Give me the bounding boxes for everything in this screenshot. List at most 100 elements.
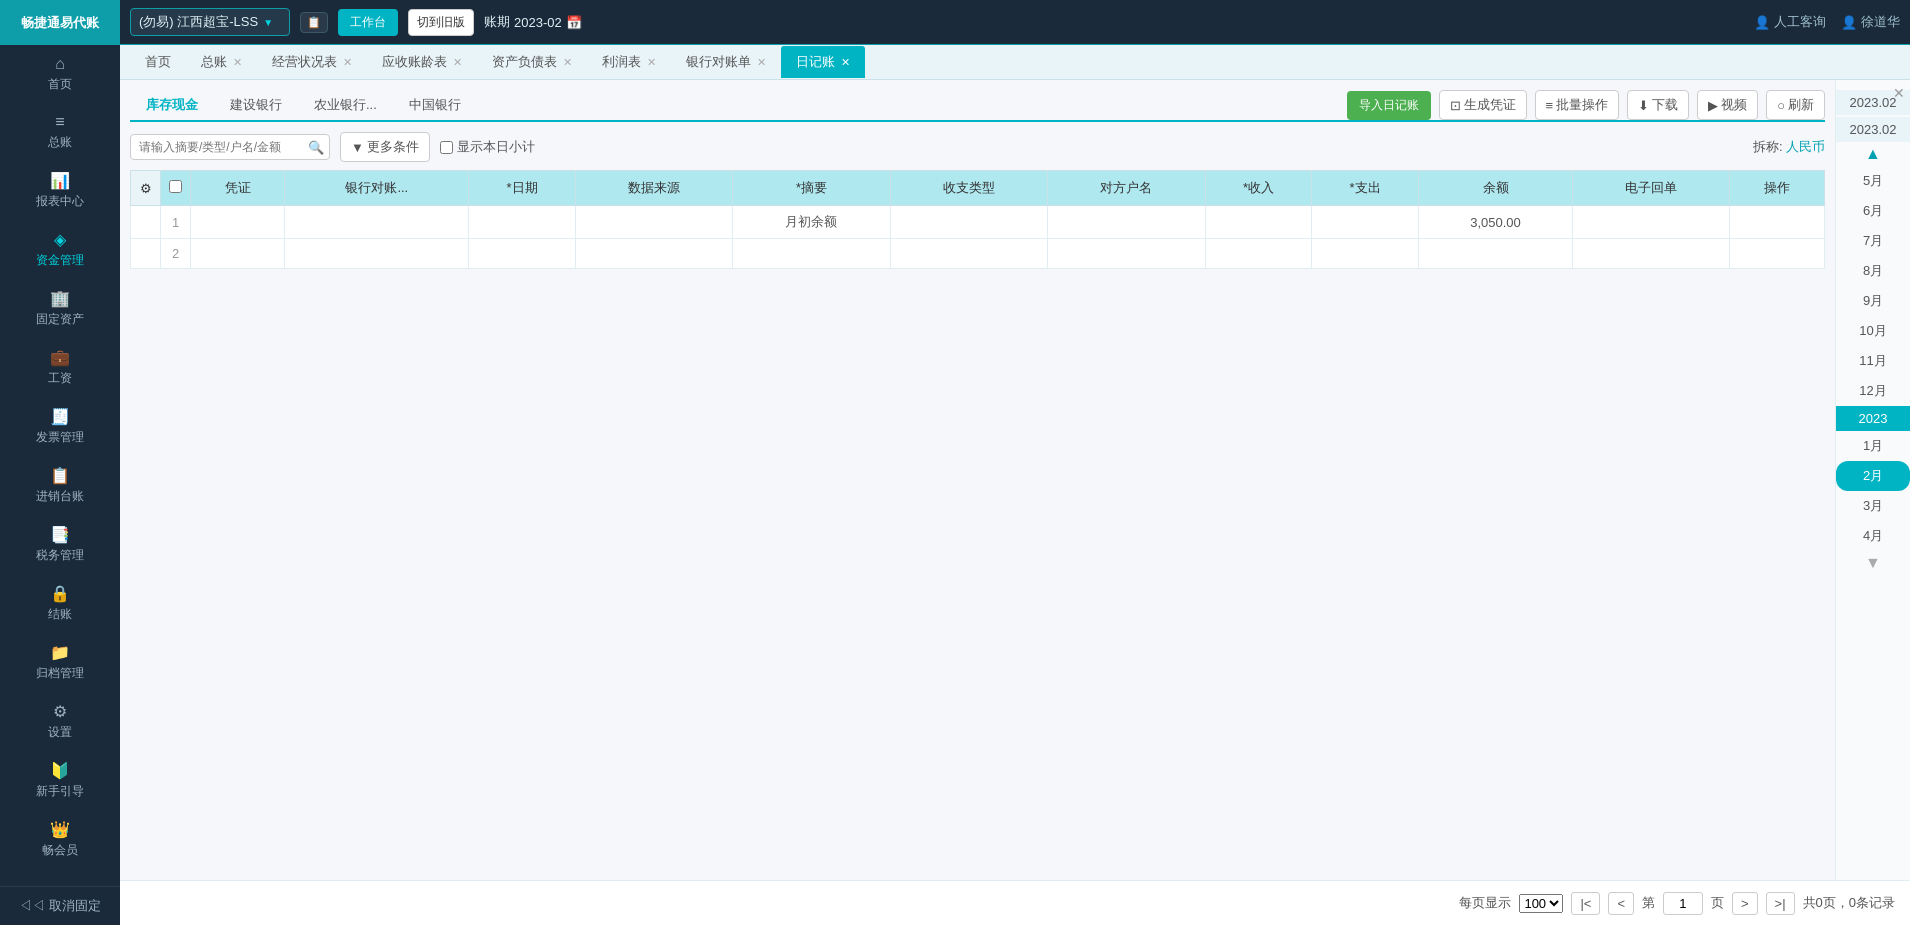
calendar-icon[interactable]: 📅	[566, 15, 582, 30]
sidebar-item-invoice[interactable]: 🧾 发票管理	[0, 397, 120, 456]
total-info: 共0页，0条记录	[1803, 894, 1895, 912]
pin-toggle[interactable]: ◁◁ 取消固定	[0, 886, 120, 925]
sidebar-item-ledger[interactable]: ≡ 总账	[0, 103, 120, 161]
service-icon: 👤	[1754, 15, 1770, 30]
tab-assets[interactable]: 资产负债表 ✕	[477, 46, 587, 78]
row1-payment-type	[890, 206, 1047, 239]
row2-checkbox[interactable]: 2	[161, 239, 191, 269]
service-link[interactable]: 👤 人工客询	[1754, 13, 1826, 31]
month-item-2-active[interactable]: 2月	[1836, 461, 1910, 491]
video-button[interactable]: ▶ 视频	[1697, 90, 1758, 120]
month-item-8[interactable]: 8月	[1836, 256, 1910, 286]
prev-page-button[interactable]: <	[1608, 892, 1634, 915]
tab-bank-close[interactable]: ✕	[757, 56, 766, 69]
last-page-button[interactable]: >|	[1766, 892, 1795, 915]
first-page-button[interactable]: |<	[1571, 892, 1600, 915]
sidebar-item-reports[interactable]: 📊 报表中心	[0, 161, 120, 220]
row2-expense	[1312, 239, 1419, 269]
col-expense: *支出	[1312, 171, 1419, 206]
side-panel-close-button[interactable]: ✕	[1893, 85, 1905, 101]
tab-receivable-close[interactable]: ✕	[453, 56, 462, 69]
sidebar-item-member[interactable]: 👑 畅会员	[0, 810, 120, 869]
month-item-1[interactable]: 1月	[1836, 431, 1910, 461]
current-year-block[interactable]: 2023	[1836, 406, 1910, 431]
sub-tab-agriculture[interactable]: 农业银行...	[298, 90, 393, 120]
tab-operation-close[interactable]: ✕	[343, 56, 352, 69]
batch-operation-button[interactable]: ≡ 批量操作	[1535, 90, 1620, 120]
sidebar-item-salary[interactable]: 💼 工资	[0, 338, 120, 397]
sidebar-item-tax[interactable]: 📑 税务管理	[0, 515, 120, 574]
more-filter-button[interactable]: ▼ 更多条件	[340, 132, 430, 162]
row1-action[interactable]	[1730, 206, 1825, 239]
month-item-11[interactable]: 11月	[1836, 346, 1910, 376]
sub-tab-construction[interactable]: 建设银行	[214, 90, 298, 120]
salary-icon: 💼	[50, 348, 70, 367]
page-input[interactable]	[1663, 892, 1703, 915]
next-page-button[interactable]: >	[1732, 892, 1758, 915]
tab-profit-close[interactable]: ✕	[647, 56, 656, 69]
generate-voucher-button[interactable]: ⊡ 生成凭证	[1439, 90, 1527, 120]
copy-button[interactable]: 📋	[300, 12, 328, 33]
pin-icon: ◁◁	[19, 898, 49, 913]
import-diary-button[interactable]: 导入日记账	[1347, 91, 1431, 120]
table-settings-icon[interactable]: ⚙	[140, 181, 152, 196]
sidebar-item-close[interactable]: 🔒 结账	[0, 574, 120, 633]
sub-tabs-bar: 库存现金 建设银行 农业银行... 中国银行 导入日记账 ⊡ 生成凭证	[130, 90, 1825, 122]
user-info[interactable]: 👤 徐道华	[1841, 13, 1900, 31]
per-page-label: 每页显示	[1459, 894, 1511, 912]
sidebar-item-finance[interactable]: ◈ 资金管理	[0, 220, 120, 279]
refresh-button[interactable]: ○ 刷新	[1766, 90, 1825, 120]
col-data-source: 数据来源	[575, 171, 732, 206]
month-item-7[interactable]: 7月	[1836, 226, 1910, 256]
tab-diary-close[interactable]: ✕	[841, 56, 850, 69]
guide-icon: 🔰	[50, 761, 70, 780]
sidebar-item-guide[interactable]: 🔰 新手引导	[0, 751, 120, 810]
select-all-checkbox[interactable]	[169, 180, 182, 193]
invoice-icon: 🧾	[50, 407, 70, 426]
back-to-old-button[interactable]: 切到旧版	[408, 9, 474, 36]
sub-tab-china[interactable]: 中国银行	[393, 90, 477, 120]
month-item-12[interactable]: 12月	[1836, 376, 1910, 406]
workbench-button[interactable]: 工作台	[338, 9, 398, 36]
tab-diary[interactable]: 日记账 ✕	[781, 46, 865, 78]
show-today-label[interactable]: 显示本日小计	[440, 138, 535, 156]
tab-assets-close[interactable]: ✕	[563, 56, 572, 69]
col-voucher: 凭证	[191, 171, 285, 206]
tab-ledger-close[interactable]: ✕	[233, 56, 242, 69]
tab-home[interactable]: 首页	[130, 46, 186, 78]
month-item-6[interactable]: 6月	[1836, 196, 1910, 226]
month-item-10[interactable]: 10月	[1836, 316, 1910, 346]
sidebar-item-settings[interactable]: ⚙ 设置	[0, 692, 120, 751]
year-block-2023-02-second[interactable]: 2023.02	[1836, 117, 1910, 142]
tab-bank[interactable]: 银行对账单 ✕	[671, 46, 781, 78]
tab-profit[interactable]: 利润表 ✕	[587, 46, 671, 78]
month-item-3[interactable]: 3月	[1836, 491, 1910, 521]
tab-operation[interactable]: 经营状况表 ✕	[257, 46, 367, 78]
month-item-9[interactable]: 9月	[1836, 286, 1910, 316]
page-label: 第	[1642, 894, 1655, 912]
sidebar-item-assets[interactable]: 🏢 固定资产	[0, 279, 120, 338]
row1-checkbox[interactable]: 1	[161, 206, 191, 239]
scroll-down-button[interactable]: ▼	[1836, 551, 1910, 575]
download-button[interactable]: ⬇ 下载	[1627, 90, 1689, 120]
show-today-checkbox[interactable]	[440, 141, 453, 154]
sidebar-item-purchase[interactable]: 📋 进销台账	[0, 456, 120, 515]
sidebar-item-home[interactable]: ⌂ 首页	[0, 45, 120, 103]
search-input[interactable]	[130, 134, 330, 160]
month-item-4[interactable]: 4月	[1836, 521, 1910, 551]
row2-action[interactable]	[1730, 239, 1825, 269]
scroll-up-button[interactable]: ▲	[1836, 142, 1910, 166]
per-page-select[interactable]: 100	[1519, 894, 1563, 913]
data-table: ⚙ 凭证 银行对账... *日期 数据来源 *摘要 收支类型 对方户名 *收入	[130, 170, 1825, 269]
tab-ledger[interactable]: 总账 ✕	[186, 46, 257, 78]
currency-selector[interactable]: 人民币	[1786, 139, 1825, 154]
company-selector[interactable]: (勿易) 江西超宝-LSS ▼	[130, 8, 290, 36]
tab-receivable[interactable]: 应收账龄表 ✕	[367, 46, 477, 78]
search-icon[interactable]: 🔍	[308, 140, 324, 155]
month-item-5[interactable]: 5月	[1836, 166, 1910, 196]
col-settings[interactable]: ⚙	[131, 171, 161, 206]
archive-icon: 📁	[50, 643, 70, 662]
sub-tab-cash[interactable]: 库存现金	[130, 90, 214, 122]
sidebar-item-archive[interactable]: 📁 归档管理	[0, 633, 120, 692]
col-checkbox[interactable]	[161, 171, 191, 206]
